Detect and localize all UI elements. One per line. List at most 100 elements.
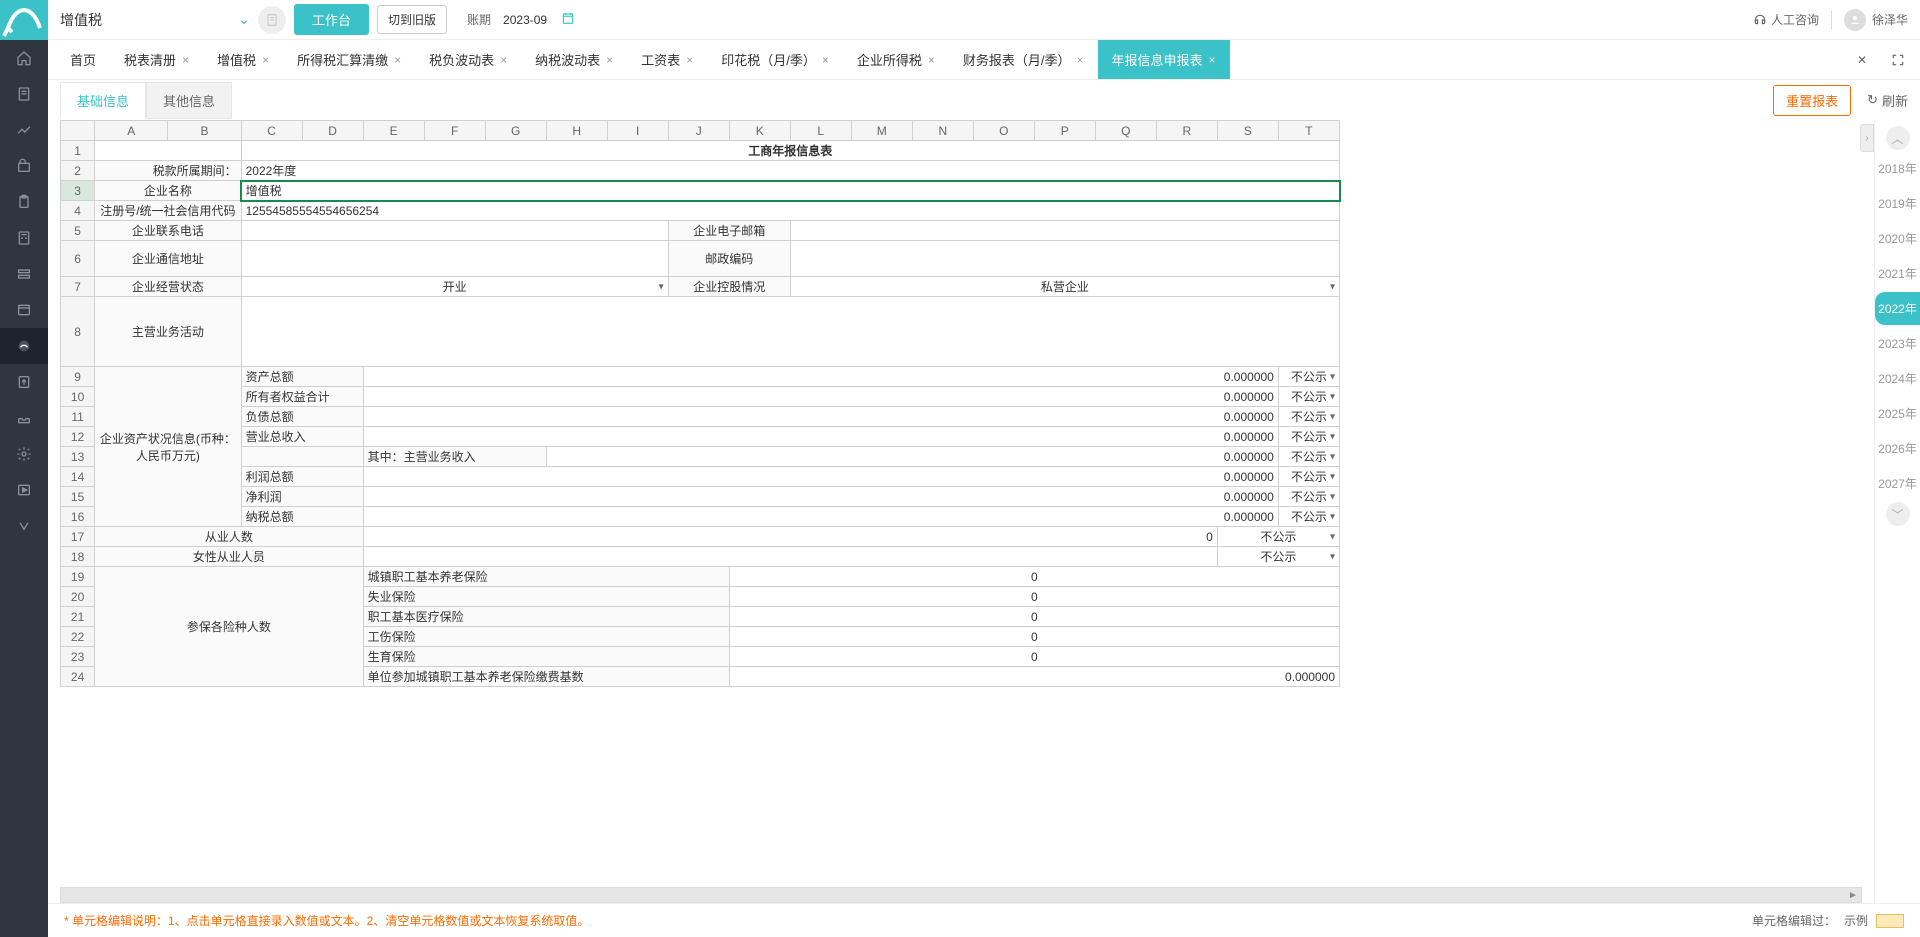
cell[interactable]: 不公示 — [1217, 527, 1339, 547]
cell[interactable]: 0.000000 — [363, 487, 1278, 507]
spreadsheet-grid[interactable]: ABCDEFGHIJKLMNOPQRST1工商年报信息表2税款所属期间：2022… — [60, 120, 1862, 885]
column-header[interactable]: I — [607, 121, 668, 141]
nav-window-icon[interactable] — [0, 292, 48, 328]
cell[interactable]: 12554585554554656254 — [241, 201, 1339, 221]
column-header[interactable]: Q — [1095, 121, 1156, 141]
row-header[interactable]: 7 — [61, 277, 95, 297]
tab-close-all-icon[interactable]: ✕ — [1848, 46, 1876, 74]
cell[interactable]: 0.000000 — [363, 507, 1278, 527]
cell[interactable]: 不公示 — [1278, 507, 1339, 527]
column-header[interactable]: B — [168, 121, 241, 141]
close-icon[interactable]: × — [182, 53, 189, 67]
tab[interactable]: 印花税（月/季）× — [707, 40, 843, 79]
close-icon[interactable]: × — [262, 53, 269, 67]
row-header[interactable]: 24 — [61, 667, 95, 687]
year-up-icon[interactable]: ︿ — [1886, 126, 1910, 150]
nav-export-icon[interactable] — [0, 364, 48, 400]
column-header[interactable]: R — [1156, 121, 1217, 141]
cell[interactable]: 0.000000 — [546, 447, 1278, 467]
column-header[interactable]: H — [546, 121, 607, 141]
tab[interactable]: 税表清册× — [110, 40, 203, 79]
row-header[interactable]: 3 — [61, 181, 95, 201]
year-item[interactable]: 2019年 — [1875, 187, 1920, 220]
close-icon[interactable]: × — [394, 53, 401, 67]
fullscreen-icon[interactable] — [1884, 46, 1912, 74]
cell[interactable]: 0 — [363, 527, 1217, 547]
cell[interactable] — [241, 297, 1339, 367]
row-header[interactable]: 19 — [61, 567, 95, 587]
scroll-right-icon[interactable]: ► — [1845, 888, 1861, 902]
column-header[interactable]: T — [1278, 121, 1339, 141]
tab[interactable]: 企业所得税× — [843, 40, 949, 79]
collapse-year-rail[interactable]: › — [1860, 124, 1874, 152]
cell[interactable] — [95, 141, 241, 161]
cell[interactable]: 不公示 — [1278, 407, 1339, 427]
nav-doc-icon[interactable] — [0, 76, 48, 112]
cell[interactable]: 0 — [729, 627, 1339, 647]
tab[interactable]: 增值税× — [203, 40, 283, 79]
nav-inbox-icon[interactable] — [0, 400, 48, 436]
row-header[interactable]: 18 — [61, 547, 95, 567]
cell[interactable]: 不公示 — [1278, 467, 1339, 487]
year-item[interactable]: 2024年 — [1875, 362, 1920, 395]
workbench-button[interactable]: 工作台 — [294, 4, 369, 35]
cell[interactable]: 0 — [729, 607, 1339, 627]
year-item[interactable]: 2020年 — [1875, 222, 1920, 255]
column-header[interactable]: L — [790, 121, 851, 141]
row-header[interactable]: 23 — [61, 647, 95, 667]
row-header[interactable]: 14 — [61, 467, 95, 487]
nav-v-icon[interactable] — [0, 508, 48, 544]
column-header[interactable]: D — [302, 121, 363, 141]
close-icon[interactable]: × — [1077, 53, 1084, 67]
nav-settings-icon[interactable] — [0, 436, 48, 472]
reset-report-button[interactable]: 重置报表 — [1773, 85, 1851, 116]
row-header[interactable]: 16 — [61, 507, 95, 527]
tab[interactable]: 税负波动表× — [415, 40, 521, 79]
cell[interactable]: 0 — [729, 587, 1339, 607]
selected-cell[interactable]: 增值税 — [241, 181, 1339, 201]
nav-clipboard-icon[interactable] — [0, 184, 48, 220]
column-header[interactable]: S — [1217, 121, 1278, 141]
nav-bag-icon[interactable] — [0, 148, 48, 184]
column-header[interactable] — [61, 121, 95, 141]
cell[interactable]: 0.000000 — [363, 367, 1278, 387]
row-header[interactable]: 20 — [61, 587, 95, 607]
year-item[interactable]: 2026年 — [1875, 432, 1920, 465]
cell[interactable]: 0 — [729, 567, 1339, 587]
close-icon[interactable]: × — [928, 53, 935, 67]
row-header[interactable]: 13 — [61, 447, 95, 467]
tab[interactable]: 首页 — [56, 40, 110, 79]
cell[interactable] — [241, 241, 668, 277]
close-icon[interactable]: × — [606, 53, 613, 67]
row-header[interactable]: 15 — [61, 487, 95, 507]
cell[interactable] — [790, 221, 1339, 241]
cell[interactable]: 不公示 — [1278, 427, 1339, 447]
consult-link[interactable]: 人工咨询 — [1753, 11, 1819, 28]
column-header[interactable]: J — [668, 121, 729, 141]
nav-report-icon[interactable] — [0, 328, 48, 364]
note-button[interactable] — [258, 6, 286, 34]
cell[interactable]: 私营企业 — [790, 277, 1339, 297]
close-icon[interactable]: × — [500, 53, 507, 67]
cell[interactable]: 不公示 — [1278, 487, 1339, 507]
column-header[interactable]: P — [1034, 121, 1095, 141]
close-icon[interactable]: × — [1209, 53, 1216, 67]
cell[interactable] — [241, 221, 668, 241]
cell[interactable]: 不公示 — [1278, 367, 1339, 387]
column-header[interactable]: A — [95, 121, 168, 141]
row-header[interactable]: 21 — [61, 607, 95, 627]
year-item[interactable]: 2022年 — [1875, 292, 1920, 325]
cell[interactable] — [241, 447, 363, 467]
nav-home-icon[interactable] — [0, 40, 48, 76]
close-icon[interactable]: × — [686, 53, 693, 67]
row-header[interactable]: 10 — [61, 387, 95, 407]
column-header[interactable]: E — [363, 121, 424, 141]
close-icon[interactable]: × — [822, 53, 829, 67]
year-item[interactable]: 2027年 — [1875, 467, 1920, 500]
year-item[interactable]: 2021年 — [1875, 257, 1920, 290]
row-header[interactable]: 2 — [61, 161, 95, 181]
cell[interactable]: 0.000000 — [363, 387, 1278, 407]
nav-chart-icon[interactable] — [0, 112, 48, 148]
column-header[interactable]: K — [729, 121, 790, 141]
calendar-icon[interactable] — [561, 11, 575, 28]
